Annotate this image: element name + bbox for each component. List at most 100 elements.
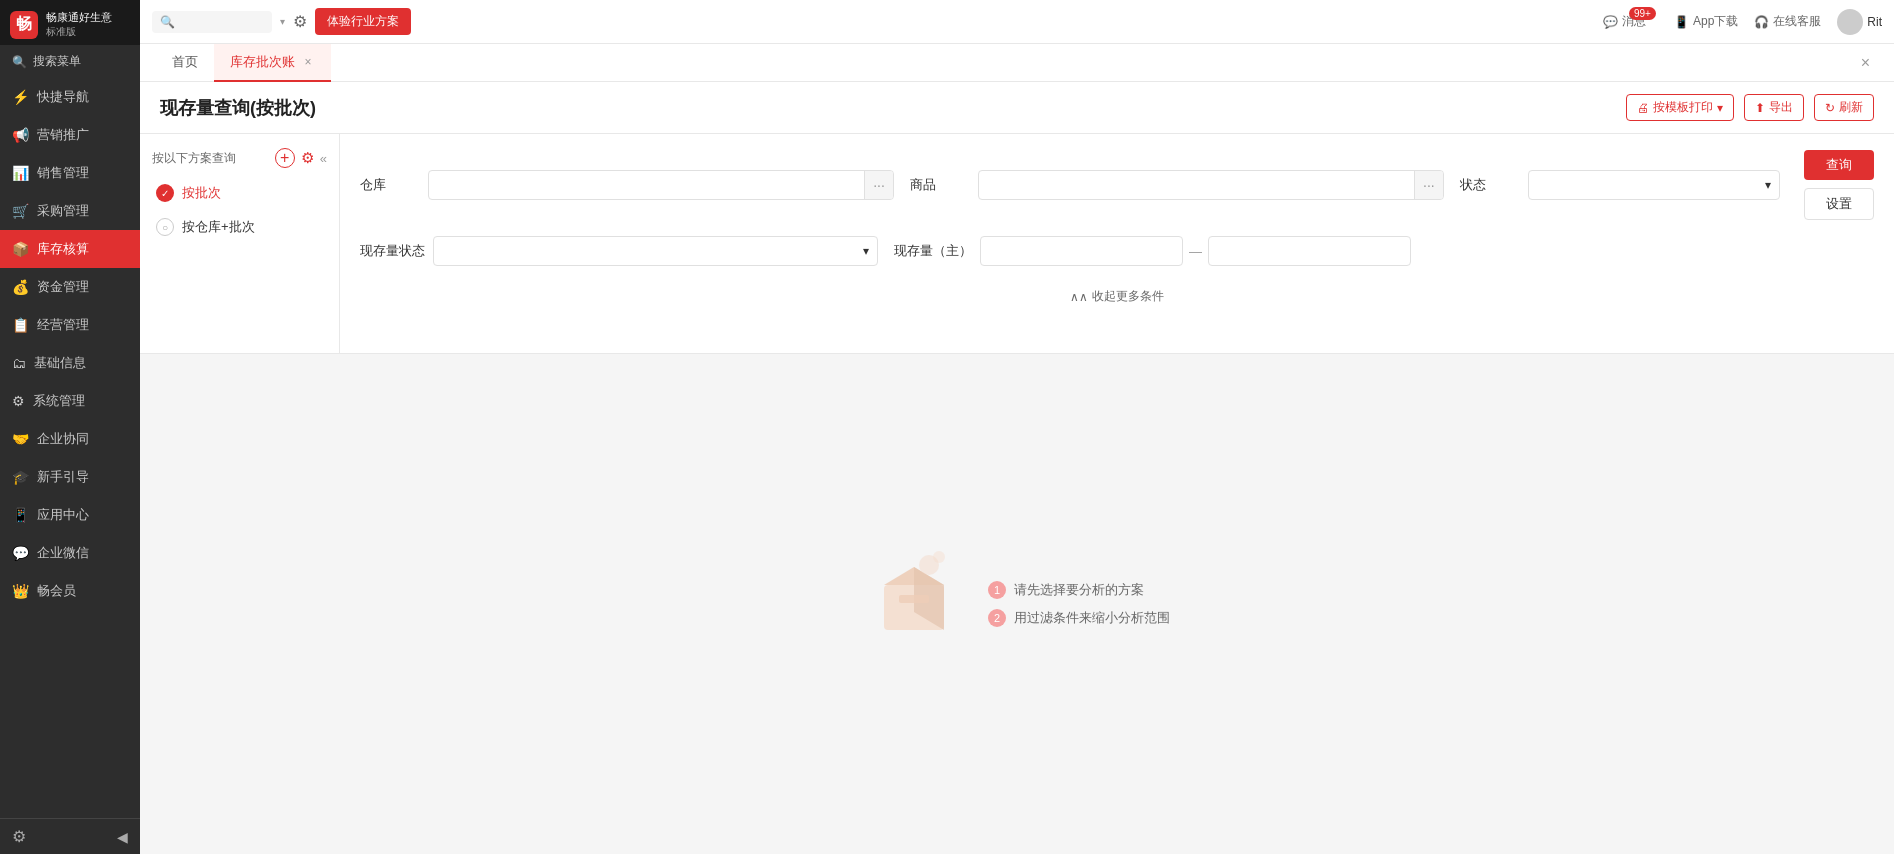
- refresh-icon: ↻: [1825, 101, 1835, 115]
- sidebar-item-label: 企业微信: [37, 544, 89, 562]
- sidebar-item-purchase[interactable]: 🛒 采购管理: [0, 192, 140, 230]
- product-more-btn[interactable]: ···: [1414, 171, 1443, 199]
- page-title: 现存量查询(按批次): [160, 96, 316, 120]
- appstore-icon: 📱: [12, 507, 29, 523]
- sidebar-item-shortcut[interactable]: ⚡ 快捷导航: [0, 78, 140, 116]
- tab-inventory-batch[interactable]: 库存批次账 ×: [214, 44, 331, 82]
- sidebar-item-label: 经营管理: [37, 316, 89, 334]
- username-label: Rit: [1867, 15, 1882, 29]
- sidebar-item-label: 新手引导: [37, 468, 89, 486]
- guide-icon: 🎓: [12, 469, 29, 485]
- messages-badge: 99+: [1629, 7, 1656, 20]
- scheme-panel-actions: + ⚙ «: [275, 148, 327, 168]
- tabs-close-all-btn[interactable]: ×: [1853, 54, 1878, 72]
- export-icon: ⬆: [1755, 101, 1765, 115]
- scheme-item-batch[interactable]: ✓ 按批次: [140, 176, 339, 210]
- marketing-icon: 📢: [12, 127, 29, 143]
- inventory-status-select[interactable]: ▾: [433, 236, 878, 266]
- product-input-wrapper[interactable]: ···: [978, 170, 1444, 200]
- filter-row-2: 现存量状态 ▾ 现存量（主） —: [360, 236, 1874, 266]
- sidebar-item-label: 销售管理: [37, 164, 89, 182]
- range-separator: —: [1189, 244, 1202, 259]
- chevron-down-icon: ▾: [1717, 101, 1723, 115]
- messages-action[interactable]: 💬 消息 99+: [1603, 13, 1646, 30]
- app-download-action[interactable]: 📱 App下载: [1674, 13, 1738, 30]
- content: 现存量查询(按批次) 🖨 按模板打印 ▾ ⬆ 导出 ↻ 刷新: [140, 82, 1894, 854]
- chevron-down-icon: ▾: [1765, 178, 1771, 192]
- sales-icon: 📊: [12, 165, 29, 181]
- page-actions: 🖨 按模板打印 ▾ ⬆ 导出 ↻ 刷新: [1626, 94, 1874, 121]
- sidebar-item-basic[interactable]: 🗂 基础信息: [0, 344, 140, 382]
- template-print-button[interactable]: 🖨 按模板打印 ▾: [1626, 94, 1734, 121]
- sidebar-item-inventory[interactable]: 📦 库存核算: [0, 230, 140, 268]
- app-subtitle: 标准版: [46, 25, 112, 39]
- refresh-button[interactable]: ↻ 刷新: [1814, 94, 1874, 121]
- sidebar-item-operation[interactable]: 📋 经营管理: [0, 306, 140, 344]
- scheme-item-warehouse-batch[interactable]: ○ 按仓库+批次: [140, 210, 339, 244]
- collapse-more-btn[interactable]: ∧∧ 收起更多条件: [360, 282, 1874, 311]
- sidebar-item-guide[interactable]: 🎓 新手引导: [0, 458, 140, 496]
- scheme-item-label: 按仓库+批次: [182, 218, 255, 236]
- sidebar-search-label: 搜索菜单: [33, 53, 81, 70]
- filter-action-buttons: 查询 设置: [1804, 150, 1874, 220]
- tip-num-1: 1: [988, 581, 1006, 599]
- sidebar-settings-btn[interactable]: ⚙: [12, 827, 26, 846]
- scheme-settings-btn[interactable]: ⚙: [301, 149, 314, 167]
- query-button[interactable]: 查询: [1804, 150, 1874, 180]
- warehouse-input[interactable]: [429, 178, 864, 192]
- inventory-status-label: 现存量状态: [360, 242, 425, 260]
- status-select[interactable]: ▾: [1528, 170, 1780, 200]
- search-icon: 🔍: [12, 55, 27, 69]
- inventory-qty-min[interactable]: [980, 236, 1183, 266]
- tab-close-btn[interactable]: ×: [301, 55, 315, 69]
- message-icon: 💬: [1603, 15, 1618, 29]
- topbar-gear-icon[interactable]: ⚙: [293, 12, 307, 31]
- scheme-add-button[interactable]: +: [275, 148, 295, 168]
- tab-home[interactable]: 首页: [156, 44, 214, 82]
- filter-form: 仓库 ··· 商品 ··· 状态: [340, 134, 1894, 353]
- sidebar-search[interactable]: 🔍 搜索菜单: [0, 45, 140, 78]
- vip-icon: 👑: [12, 583, 29, 599]
- settings-button[interactable]: 设置: [1804, 188, 1874, 220]
- scheme-panel: 按以下方案查询 + ⚙ « ✓ 按批次 ○ 按仓库+批次: [140, 134, 340, 353]
- empty-tip-2: 2 用过滤条件来缩小分析范围: [988, 609, 1170, 627]
- topbar-search-box[interactable]: 🔍: [152, 11, 272, 33]
- filter-warehouse-group: 仓库 ···: [360, 170, 894, 200]
- sidebar-logo: 畅: [10, 11, 38, 39]
- sidebar-collapse-btn[interactable]: ◀: [117, 829, 128, 845]
- online-service-action[interactable]: 🎧 在线客服: [1754, 13, 1821, 30]
- sidebar-item-label: 资金管理: [37, 278, 89, 296]
- main: 🔍 ▾ ⚙ 体验行业方案 💬 消息 99+ 📱 App下载 🎧 在线客服 R: [140, 0, 1894, 854]
- scheme-collapse-btn[interactable]: «: [320, 151, 327, 166]
- status-label: 状态: [1460, 176, 1520, 194]
- app-download-label: App下载: [1693, 13, 1738, 30]
- experience-button[interactable]: 体验行业方案: [315, 8, 411, 35]
- filter-area: 按以下方案查询 + ⚙ « ✓ 按批次 ○ 按仓库+批次: [140, 134, 1894, 354]
- sidebar-item-sales[interactable]: 📊 销售管理: [0, 154, 140, 192]
- empty-state: 1 请先选择要分析的方案 2 用过滤条件来缩小分析范围: [140, 354, 1894, 854]
- page-header: 现存量查询(按批次) 🖨 按模板打印 ▾ ⬆ 导出 ↻ 刷新: [140, 82, 1894, 134]
- sidebar-item-vip[interactable]: 👑 畅会员: [0, 572, 140, 610]
- sidebar-item-marketing[interactable]: 📢 营销推广: [0, 116, 140, 154]
- search-icon: 🔍: [160, 15, 175, 29]
- topbar-dropdown-chevron[interactable]: ▾: [280, 16, 285, 27]
- headset-icon: 🎧: [1754, 15, 1769, 29]
- export-button[interactable]: ⬆ 导出: [1744, 94, 1804, 121]
- tabs-bar: 首页 库存批次账 × ×: [140, 44, 1894, 82]
- inventory-qty-max[interactable]: [1208, 236, 1411, 266]
- basic-icon: 🗂: [12, 355, 26, 371]
- sidebar-item-finance[interactable]: 💰 资金管理: [0, 268, 140, 306]
- empty-illustration: [864, 545, 964, 664]
- warehouse-more-btn[interactable]: ···: [864, 171, 893, 199]
- user-avatar-action[interactable]: Rit: [1837, 9, 1882, 35]
- sidebar-item-appstore[interactable]: 📱 应用中心: [0, 496, 140, 534]
- sidebar-item-enterprise[interactable]: 🤝 企业协同: [0, 420, 140, 458]
- sidebar-item-label: 营销推广: [37, 126, 89, 144]
- sidebar-item-system[interactable]: ⚙ 系统管理: [0, 382, 140, 420]
- product-input[interactable]: [979, 178, 1414, 192]
- topbar: 🔍 ▾ ⚙ 体验行业方案 💬 消息 99+ 📱 App下载 🎧 在线客服 R: [140, 0, 1894, 44]
- purchase-icon: 🛒: [12, 203, 29, 219]
- warehouse-input-wrapper[interactable]: ···: [428, 170, 894, 200]
- filter-row-1: 仓库 ··· 商品 ··· 状态: [360, 150, 1874, 220]
- sidebar-item-wechat[interactable]: 💬 企业微信: [0, 534, 140, 572]
